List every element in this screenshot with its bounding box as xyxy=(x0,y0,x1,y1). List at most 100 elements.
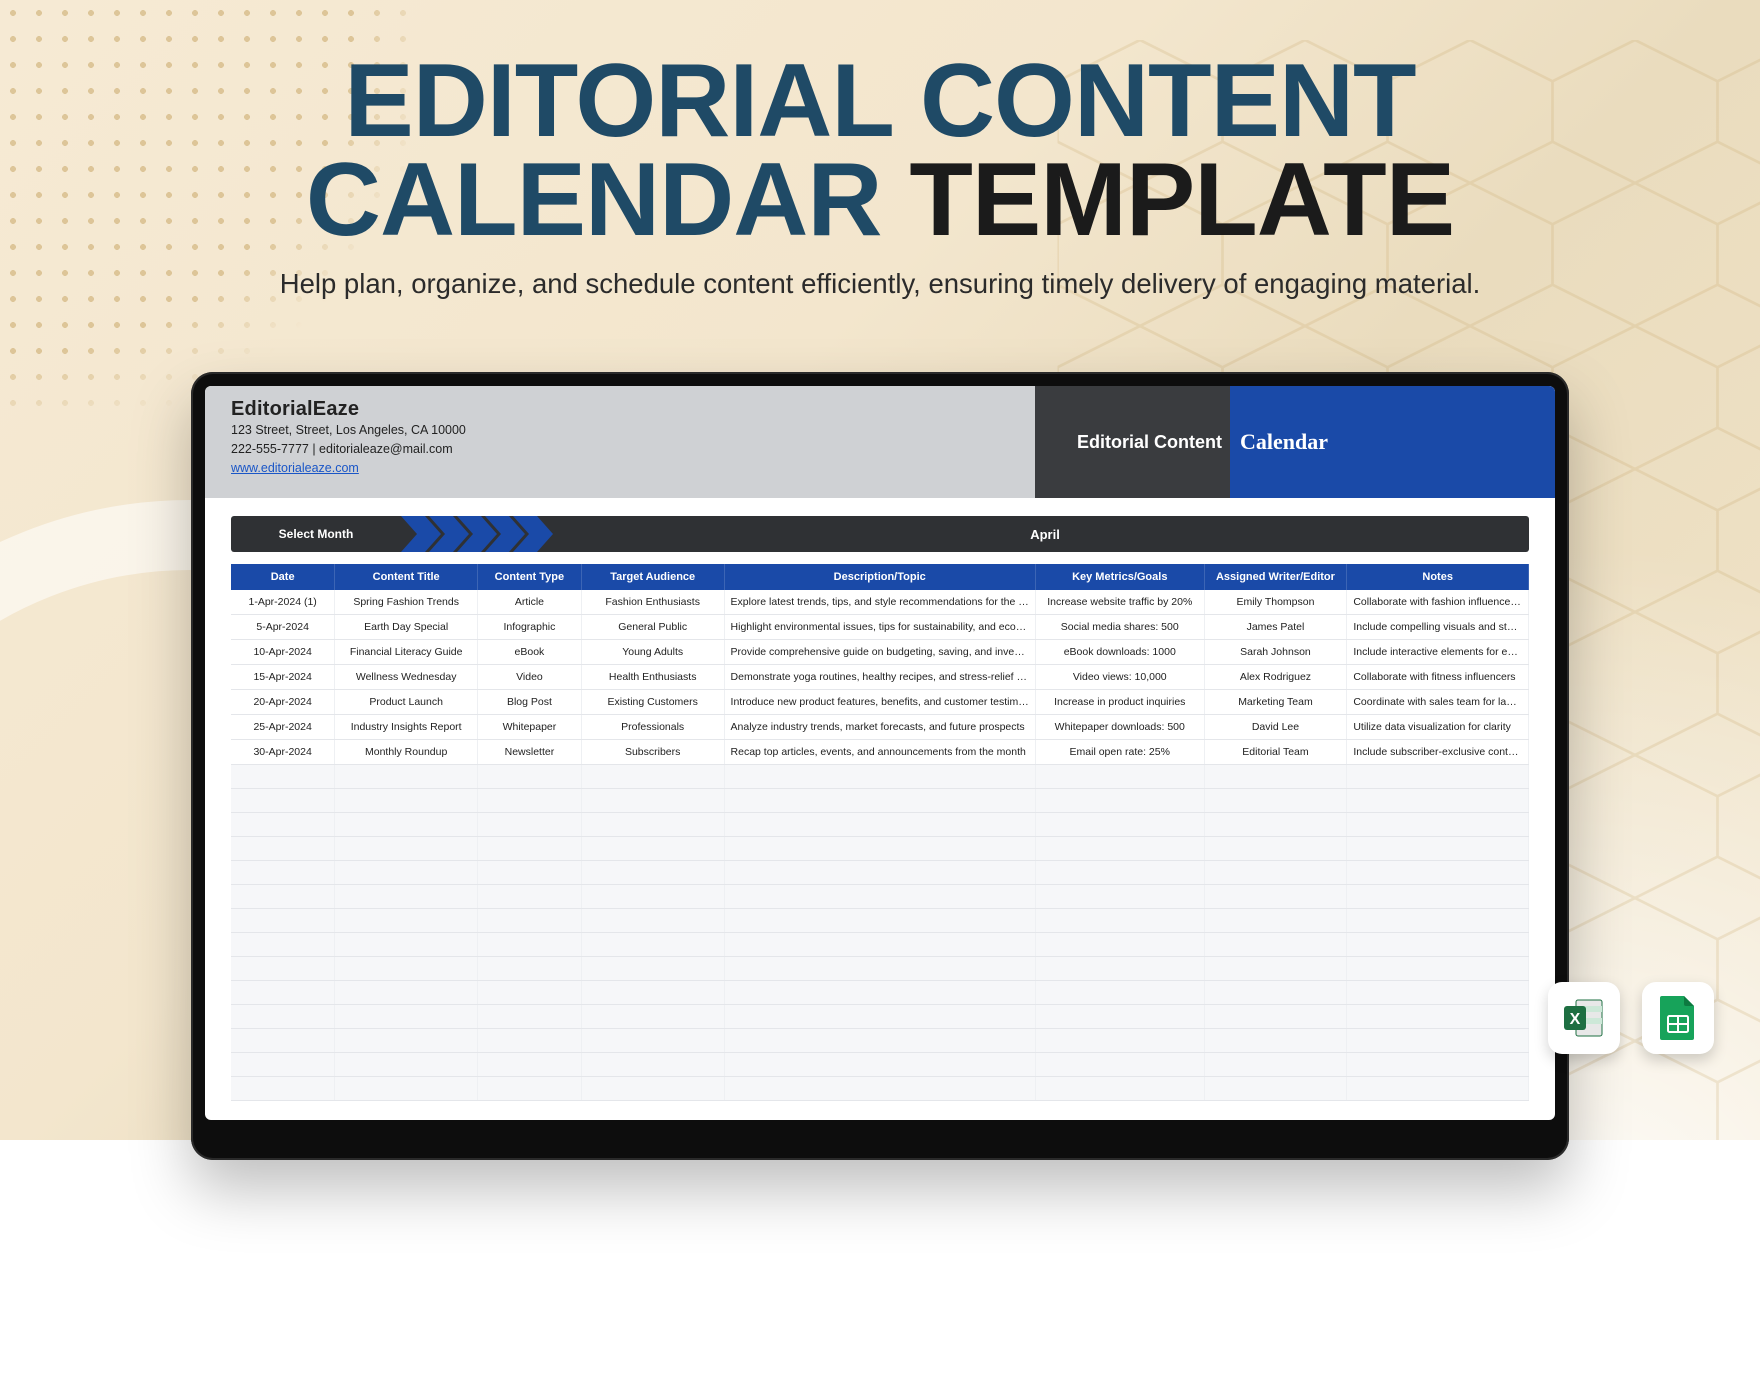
cell-audience[interactable]: Health Enthusiasts xyxy=(581,665,724,690)
cell-desc[interactable]: Introduce new product features, benefits… xyxy=(724,690,1035,715)
cell-writer[interactable]: Alex Rodriguez xyxy=(1204,665,1347,690)
cell-empty xyxy=(478,957,582,981)
table-row[interactable]: 30-Apr-2024Monthly RoundupNewsletterSubs… xyxy=(231,740,1529,765)
calendar-table-wrap: Date Content Title Content Type Target A… xyxy=(231,564,1529,1101)
table-row[interactable]: 25-Apr-2024Industry Insights ReportWhite… xyxy=(231,715,1529,740)
cell-type[interactable]: Article xyxy=(478,590,582,615)
cell-empty xyxy=(478,1005,582,1029)
chevron-group xyxy=(401,516,561,552)
cell-notes[interactable]: Include interactive elements for engagem… xyxy=(1347,640,1529,665)
cell-empty xyxy=(231,933,335,957)
cell-desc[interactable]: Analyze industry trends, market forecast… xyxy=(724,715,1035,740)
cell-empty xyxy=(478,789,582,813)
cell-empty xyxy=(724,1005,1035,1029)
cell-title[interactable]: Earth Day Special xyxy=(335,615,478,640)
cell-empty xyxy=(724,789,1035,813)
table-row[interactable]: 10-Apr-2024Financial Literacy GuideeBook… xyxy=(231,640,1529,665)
table-row[interactable]: 20-Apr-2024Product LaunchBlog PostExisti… xyxy=(231,690,1529,715)
cell-empty xyxy=(1347,813,1529,837)
table-row[interactable]: 5-Apr-2024Earth Day SpecialInfographicGe… xyxy=(231,615,1529,640)
cell-title[interactable]: Product Launch xyxy=(335,690,478,715)
cell-notes[interactable]: Collaborate with fashion influencers for… xyxy=(1347,590,1529,615)
cell-desc[interactable]: Explore latest trends, tips, and style r… xyxy=(724,590,1035,615)
cell-title[interactable]: Monthly Roundup xyxy=(335,740,478,765)
cell-metrics[interactable]: eBook downloads: 1000 xyxy=(1035,640,1204,665)
cell-date[interactable]: 5-Apr-2024 xyxy=(231,615,335,640)
company-website-link[interactable]: www.editorialeaze.com xyxy=(231,461,359,475)
cell-type[interactable]: eBook xyxy=(478,640,582,665)
cell-type[interactable]: Infographic xyxy=(478,615,582,640)
headline: EDITORIAL CONTENT CALENDAR TEMPLATE Help… xyxy=(0,0,1760,300)
cell-empty xyxy=(335,765,478,789)
cell-audience[interactable]: Professionals xyxy=(581,715,724,740)
cell-empty xyxy=(335,981,478,1005)
cell-notes[interactable]: Utilize data visualization for clarity xyxy=(1347,715,1529,740)
cell-writer[interactable]: Editorial Team xyxy=(1204,740,1347,765)
cell-title[interactable]: Spring Fashion Trends xyxy=(335,590,478,615)
cell-notes[interactable]: Include subscriber-exclusive content xyxy=(1347,740,1529,765)
cell-empty xyxy=(1347,1005,1529,1029)
cell-empty xyxy=(335,1005,478,1029)
cell-title[interactable]: Wellness Wednesday xyxy=(335,665,478,690)
cell-metrics[interactable]: Video views: 10,000 xyxy=(1035,665,1204,690)
cell-type[interactable]: Whitepaper xyxy=(478,715,582,740)
cell-empty xyxy=(231,765,335,789)
cell-date[interactable]: 1-Apr-2024 (1) xyxy=(231,590,335,615)
cell-desc[interactable]: Demonstrate yoga routines, healthy recip… xyxy=(724,665,1035,690)
cell-title[interactable]: Financial Literacy Guide xyxy=(335,640,478,665)
cell-audience[interactable]: Subscribers xyxy=(581,740,724,765)
cell-empty xyxy=(1204,765,1347,789)
cell-empty xyxy=(335,909,478,933)
cell-metrics[interactable]: Increase website traffic by 20% xyxy=(1035,590,1204,615)
cell-empty xyxy=(231,861,335,885)
cell-type[interactable]: Blog Post xyxy=(478,690,582,715)
cell-writer[interactable]: Sarah Johnson xyxy=(1204,640,1347,665)
cell-empty xyxy=(1347,1077,1529,1101)
cell-audience[interactable]: Fashion Enthusiasts xyxy=(581,590,724,615)
cell-audience[interactable]: Young Adults xyxy=(581,640,724,665)
cell-empty xyxy=(724,933,1035,957)
col-title: Content Title xyxy=(335,564,478,590)
cell-empty xyxy=(581,1053,724,1077)
cell-writer[interactable]: Emily Thompson xyxy=(1204,590,1347,615)
cell-metrics[interactable]: Email open rate: 25% xyxy=(1035,740,1204,765)
cell-metrics[interactable]: Increase in product inquiries xyxy=(1035,690,1204,715)
table-row[interactable]: 15-Apr-2024Wellness WednesdayVideoHealth… xyxy=(231,665,1529,690)
select-month-button[interactable]: Select Month xyxy=(231,516,401,552)
title-block: Editorial Content Calendar xyxy=(1035,386,1555,498)
subtitle: Help plan, organize, and schedule conten… xyxy=(0,268,1760,300)
cell-writer[interactable]: Marketing Team xyxy=(1204,690,1347,715)
cell-empty xyxy=(581,813,724,837)
table-row-empty xyxy=(231,765,1529,789)
cell-empty xyxy=(335,957,478,981)
cell-date[interactable]: 20-Apr-2024 xyxy=(231,690,335,715)
cell-metrics[interactable]: Social media shares: 500 xyxy=(1035,615,1204,640)
table-row-empty xyxy=(231,1053,1529,1077)
cell-title[interactable]: Industry Insights Report xyxy=(335,715,478,740)
cell-desc[interactable]: Recap top articles, events, and announce… xyxy=(724,740,1035,765)
cell-notes[interactable]: Coordinate with sales team for launch st… xyxy=(1347,690,1529,715)
cell-empty xyxy=(335,813,478,837)
cell-notes[interactable]: Include compelling visuals and statistic… xyxy=(1347,615,1529,640)
screen: EditorialEaze 123 Street, Street, Los An… xyxy=(205,386,1555,1120)
cell-metrics[interactable]: Whitepaper downloads: 500 xyxy=(1035,715,1204,740)
cell-type[interactable]: Video xyxy=(478,665,582,690)
table-row[interactable]: 1-Apr-2024 (1)Spring Fashion TrendsArtic… xyxy=(231,590,1529,615)
cell-audience[interactable]: General Public xyxy=(581,615,724,640)
cell-empty xyxy=(724,957,1035,981)
cell-date[interactable]: 10-Apr-2024 xyxy=(231,640,335,665)
cell-type[interactable]: Newsletter xyxy=(478,740,582,765)
cell-date[interactable]: 25-Apr-2024 xyxy=(231,715,335,740)
cell-writer[interactable]: David Lee xyxy=(1204,715,1347,740)
cell-empty xyxy=(1347,837,1529,861)
cell-desc[interactable]: Provide comprehensive guide on budgeting… xyxy=(724,640,1035,665)
cell-empty xyxy=(724,909,1035,933)
cell-date[interactable]: 15-Apr-2024 xyxy=(231,665,335,690)
cell-date[interactable]: 30-Apr-2024 xyxy=(231,740,335,765)
cell-empty xyxy=(1035,837,1204,861)
company-block: EditorialEaze 123 Street, Street, Los An… xyxy=(205,386,1035,498)
cell-audience[interactable]: Existing Customers xyxy=(581,690,724,715)
cell-desc[interactable]: Highlight environmental issues, tips for… xyxy=(724,615,1035,640)
cell-notes[interactable]: Collaborate with fitness influencers xyxy=(1347,665,1529,690)
cell-writer[interactable]: James Patel xyxy=(1204,615,1347,640)
